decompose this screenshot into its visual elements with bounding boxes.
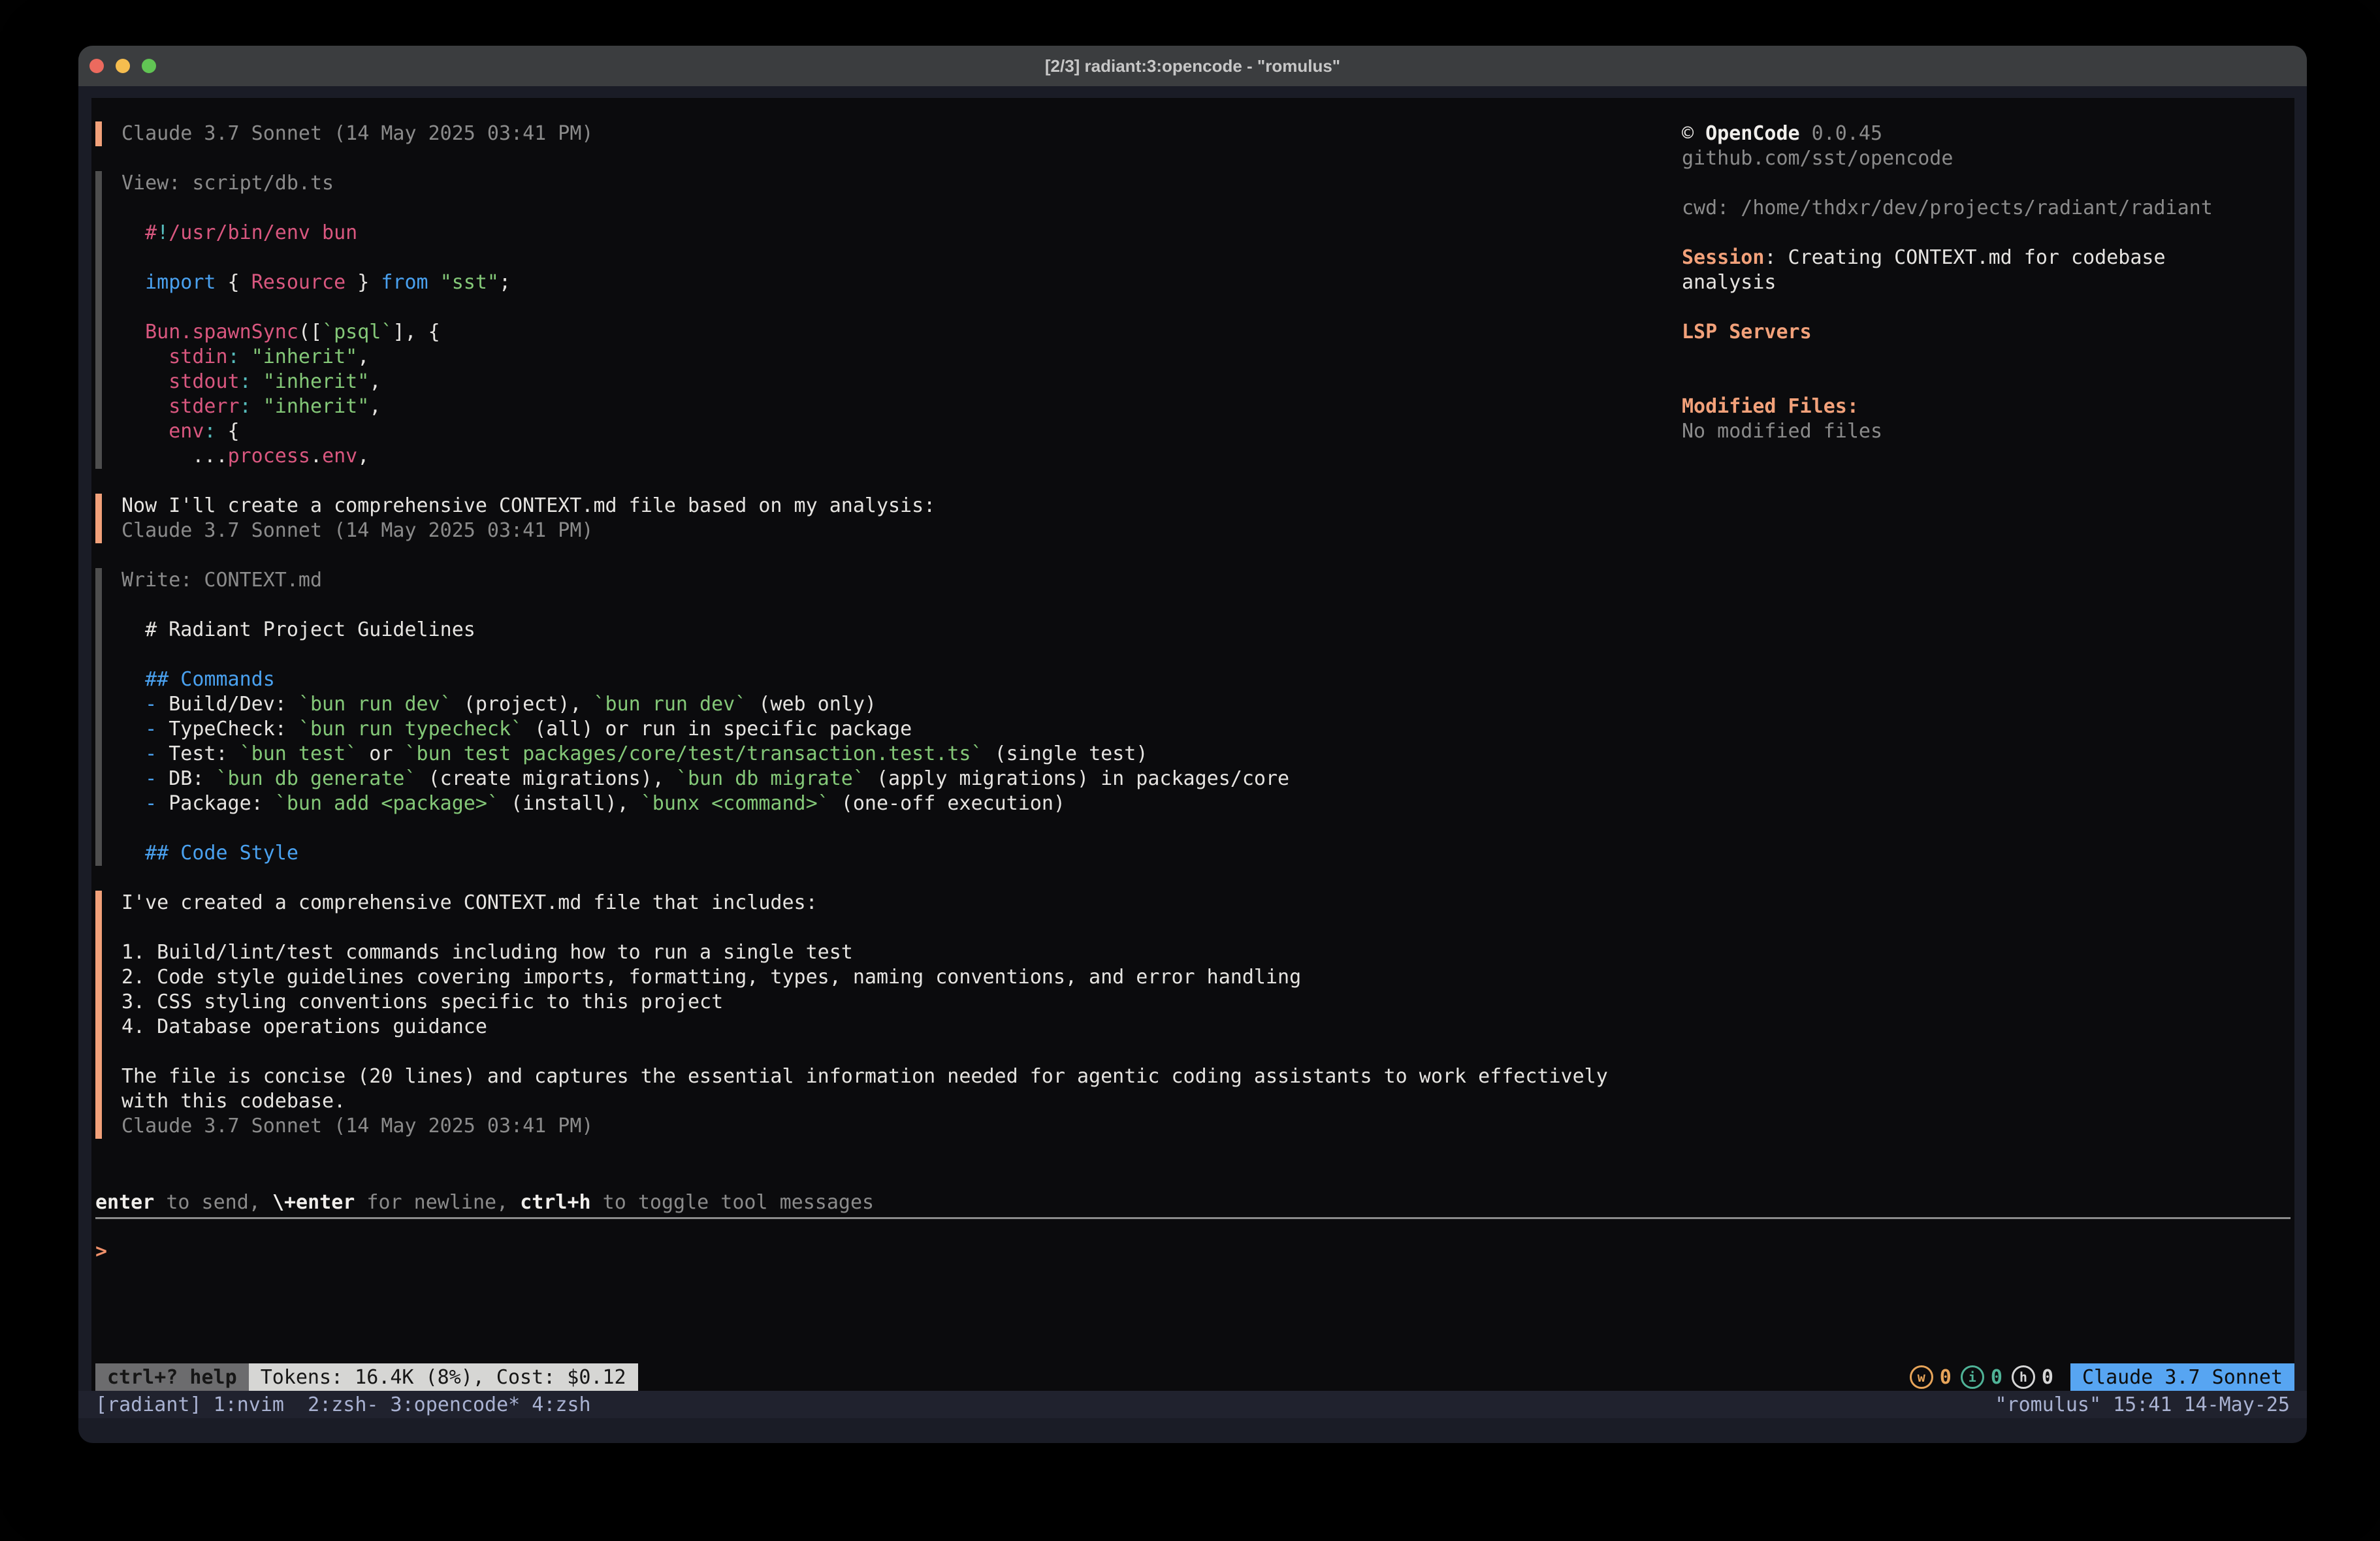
text-line: ## Code Style [121,841,1676,866]
text-line [121,593,1676,618]
diagnostics: w 0 i 0 h 0 [1910,1363,2053,1391]
tokens-cost-chip: Tokens: 16.4K (8%), Cost: $0.12 [249,1363,638,1391]
assistant-message-header: Claude 3.7 Sonnet (14 May 2025 03:41 PM) [95,121,1676,146]
text-line [1682,295,2292,320]
text-line [121,915,1676,940]
text-line: 2. Code style guidelines covering import… [121,965,1676,990]
text-line: # Radiant Project Guidelines [121,618,1676,643]
tool-call-write-context-md: Write: CONTEXT.md # Radiant Project Guid… [95,568,1676,866]
text-line [121,196,1676,221]
opencode-app: Claude 3.7 Sonnet (14 May 2025 03:41 PM)… [91,98,2294,1391]
text-line: - TypeCheck: `bun run typecheck` (all) o… [121,717,1676,742]
text-line: github.com/sst/opencode [1682,146,2292,171]
window-titlebar[interactable]: [2/3] radiant:3:opencode - "romulus" [78,46,2307,86]
text-line [121,246,1676,270]
warning-count: 0 [1940,1366,1952,1389]
text-line: with this codebase. [121,1089,1676,1114]
assistant-message-summary: I've created a comprehensive CONTEXT.md … [95,891,1676,1139]
text-line [121,1040,1676,1064]
text-line: Session: Creating CONTEXT.md for codebas… [1682,246,2292,270]
keybinding-help: enter to send, \+enter for newline, ctrl… [95,1190,874,1215]
text-line: The file is concise (20 lines) and captu… [121,1064,1676,1089]
text-line [121,816,1676,841]
model-chip[interactable]: Claude 3.7 Sonnet [2070,1363,2294,1391]
hint-diagnostic: h 0 [2012,1365,2053,1389]
info-diagnostic: i 0 [1961,1365,2002,1389]
text-line [1682,370,2292,394]
text-line: 3. CSS styling conventions specific to t… [121,990,1676,1015]
text-line: 1. Build/lint/test commands including ho… [121,940,1676,965]
text-line [1682,221,2292,246]
text-line [1682,345,2292,370]
text-line [121,295,1676,320]
text-line: View: script/db.ts [121,171,1676,196]
tmux-window-list[interactable]: [radiant] 1:nvim 2:zsh- 3:opencode* 4:zs… [95,1393,591,1416]
warning-diagnostic: w 0 [1910,1365,1952,1389]
text-line: env: { [121,419,1676,444]
minimize-button[interactable] [116,59,130,73]
conversation: Claude 3.7 Sonnet (14 May 2025 03:41 PM)… [95,121,1676,1139]
message-input[interactable]: > [95,1239,107,1264]
text-line: ## Commands [121,667,1676,692]
hint-icon: h [2012,1365,2035,1389]
text-line: © OpenCode 0.0.45 [1682,121,2292,146]
text-line: analysis [1682,270,2292,295]
text-line: #!/usr/bin/env bun [121,221,1676,246]
text-line: enter to send, \+enter for newline, ctrl… [95,1190,874,1215]
text-line: import { Resource } from "sst"; [121,270,1676,295]
zoom-button[interactable] [142,59,156,73]
text-line: Now I'll create a comprehensive CONTEXT.… [121,494,1676,518]
text-line: No modified files [1682,419,2292,444]
info-count: 0 [1991,1366,2002,1389]
text-line: LSP Servers [1682,320,2292,345]
tool-call-view-db-ts: View: script/db.ts #!/usr/bin/env bun im… [95,171,1676,469]
text-line: 4. Database operations guidance [121,1015,1676,1040]
desktop: { "window": { "title": "[2/3] radiant:3:… [0,0,2380,1541]
text-line [121,643,1676,667]
prompt-symbol: > [95,1240,107,1263]
text-line: - Build/Dev: `bun run dev` (project), `b… [121,692,1676,717]
status-bar: ctrl+? help Tokens: 16.4K (8%), Cost: $0… [95,1363,2294,1391]
text-line: cwd: /home/thdxr/dev/projects/radiant/ra… [1682,196,2292,221]
window-title: [2/3] radiant:3:opencode - "romulus" [1045,56,1340,76]
text-line: Claude 3.7 Sonnet (14 May 2025 03:41 PM) [121,518,1676,543]
close-button[interactable] [89,59,104,73]
text-line: Claude 3.7 Sonnet (14 May 2025 03:41 PM) [121,1114,1676,1139]
terminal-window: [2/3] radiant:3:opencode - "romulus" Cla… [78,46,2307,1443]
tmux-status-bar: [radiant] 1:nvim 2:zsh- 3:opencode* 4:zs… [78,1391,2307,1418]
text-line: - Package: `bun add <package>` (install)… [121,791,1676,816]
text-line: Claude 3.7 Sonnet (14 May 2025 03:41 PM) [121,121,1676,146]
text-line: stderr: "inherit", [121,394,1676,419]
text-line: ...process.env, [121,444,1676,469]
text-line: Bun.spawnSync([`psql`], { [121,320,1676,345]
traffic-lights [89,59,156,73]
text-line: - Test: `bun test` or `bun test packages… [121,742,1676,767]
text-line [1682,171,2292,196]
info-icon: i [1961,1365,1984,1389]
hint-count: 0 [2042,1366,2053,1389]
input-divider [95,1217,2291,1219]
text-line: stdin: "inherit", [121,345,1676,370]
sidebar: © OpenCode 0.0.45github.com/sst/opencode… [1682,121,2292,444]
assistant-message: Now I'll create a comprehensive CONTEXT.… [95,494,1676,543]
text-line: I've created a comprehensive CONTEXT.md … [121,891,1676,915]
text-line: - DB: `bun db generate` (create migratio… [121,767,1676,791]
help-chip[interactable]: ctrl+? help [95,1363,249,1391]
warning-icon: w [1910,1365,1933,1389]
text-line: Write: CONTEXT.md [121,568,1676,593]
tmux-status-right: "romulus" 15:41 14-May-25 [1995,1393,2290,1416]
text-line: Modified Files: [1682,394,2292,419]
text-line: stdout: "inherit", [121,370,1676,394]
